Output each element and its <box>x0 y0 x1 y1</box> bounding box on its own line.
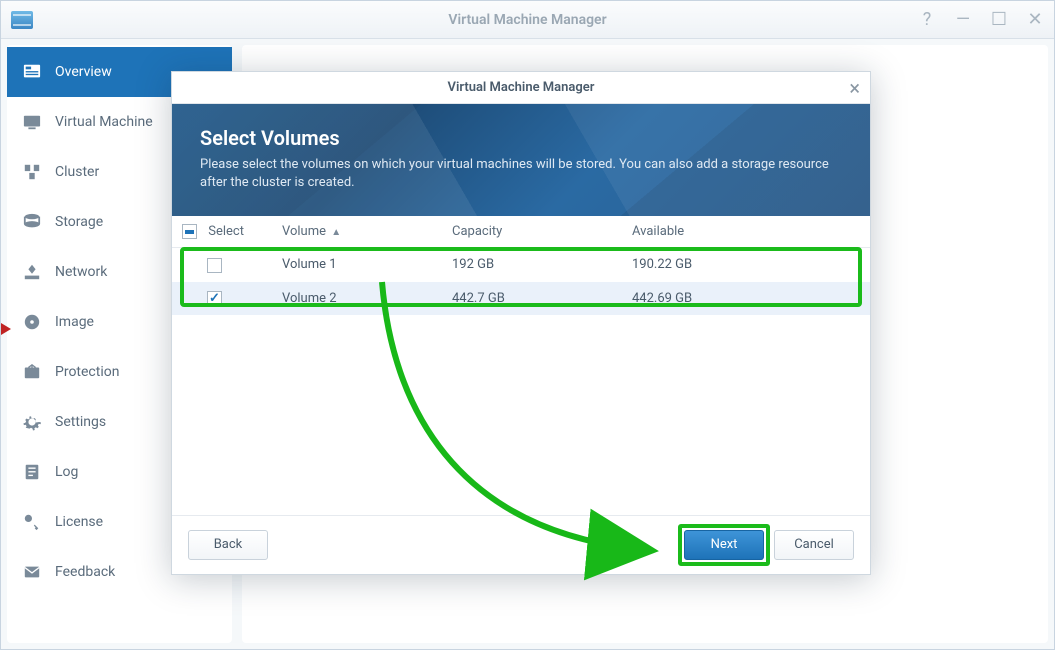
protection-icon <box>21 362 43 382</box>
titlebar: Virtual Machine Manager ? — ☐ ✕ <box>1 1 1054 39</box>
dialog-footer: Back Next Cancel <box>172 515 870 574</box>
sidebar-item-label: Virtual Machine <box>55 114 153 130</box>
close-icon[interactable]: ✕ <box>1026 9 1044 30</box>
sidebar-item-label: Cluster <box>55 164 99 180</box>
dialog-header: Select Volumes Please select the volumes… <box>172 104 870 216</box>
minimize-icon[interactable]: — <box>954 9 972 30</box>
app-window: Virtual Machine Manager ? — ☐ ✕ Overview… <box>0 0 1055 650</box>
back-button[interactable]: Back <box>188 530 268 560</box>
sidebar-item-label: License <box>55 514 103 530</box>
col-select[interactable]: Select <box>172 216 272 248</box>
sidebar-item-label: Log <box>55 464 78 480</box>
image-icon <box>21 312 43 332</box>
sidebar-item-label: Feedback <box>55 564 115 580</box>
window-controls: ? — ☐ ✕ <box>918 9 1044 30</box>
cell-volume: Volume 1 <box>272 248 442 282</box>
cell-capacity: 442.7 GB <box>442 282 622 315</box>
dialog-titlebar: Virtual Machine Manager × <box>172 72 870 104</box>
sort-asc-icon: ▲ <box>331 227 341 238</box>
sidebar-item-label: Settings <box>55 414 106 430</box>
cancel-button[interactable]: Cancel <box>774 530 854 560</box>
col-volume[interactable]: Volume ▲ <box>272 216 442 248</box>
col-available[interactable]: Available <box>622 216 870 248</box>
key-icon <box>21 512 43 532</box>
select-all-checkbox[interactable] <box>182 224 197 239</box>
table-row[interactable]: Volume 2 442.7 GB 442.69 GB <box>172 282 870 315</box>
dialog-heading: Select Volumes <box>200 126 842 150</box>
select-volumes-dialog: Virtual Machine Manager × Select Volumes… <box>171 71 871 575</box>
help-icon[interactable]: ? <box>918 9 936 30</box>
dialog-body: Select Volume ▲ Capacity Available <box>172 216 870 514</box>
dialog-description: Please select the volumes on which your … <box>200 156 842 192</box>
next-button[interactable]: Next <box>684 530 764 560</box>
cell-volume: Volume 2 <box>272 282 442 315</box>
vm-icon <box>21 112 43 132</box>
cell-capacity: 192 GB <box>442 248 622 282</box>
sidebar-item-label: Overview <box>55 64 112 80</box>
table-row[interactable]: Volume 1 192 GB 190.22 GB <box>172 248 870 282</box>
cluster-icon <box>21 162 43 182</box>
overview-icon <box>21 62 43 82</box>
network-icon <box>21 262 43 282</box>
row-checkbox[interactable] <box>207 258 222 273</box>
dialog-title: Virtual Machine Manager <box>448 80 595 95</box>
gear-icon <box>21 412 43 432</box>
cell-available: 190.22 GB <box>622 248 870 282</box>
envelope-icon <box>21 562 43 582</box>
col-capacity[interactable]: Capacity <box>442 216 622 248</box>
close-icon[interactable]: × <box>849 78 860 98</box>
cell-available: 442.69 GB <box>622 282 870 315</box>
sidebar-item-label: Image <box>55 314 94 330</box>
sidebar-item-label: Network <box>55 264 107 280</box>
sidebar-item-label: Protection <box>55 364 119 380</box>
row-checkbox[interactable] <box>207 291 222 306</box>
app-icon <box>11 11 33 29</box>
sidebar-item-label: Storage <box>55 214 103 230</box>
volumes-table: Select Volume ▲ Capacity Available <box>172 216 870 314</box>
red-marker <box>1 323 11 335</box>
log-icon <box>21 462 43 482</box>
body: Overview Virtual Machine Cluster Storage <box>1 39 1054 649</box>
maximize-icon[interactable]: ☐ <box>990 9 1008 30</box>
storage-icon <box>21 212 43 232</box>
window-title: Virtual Machine Manager <box>448 12 606 28</box>
